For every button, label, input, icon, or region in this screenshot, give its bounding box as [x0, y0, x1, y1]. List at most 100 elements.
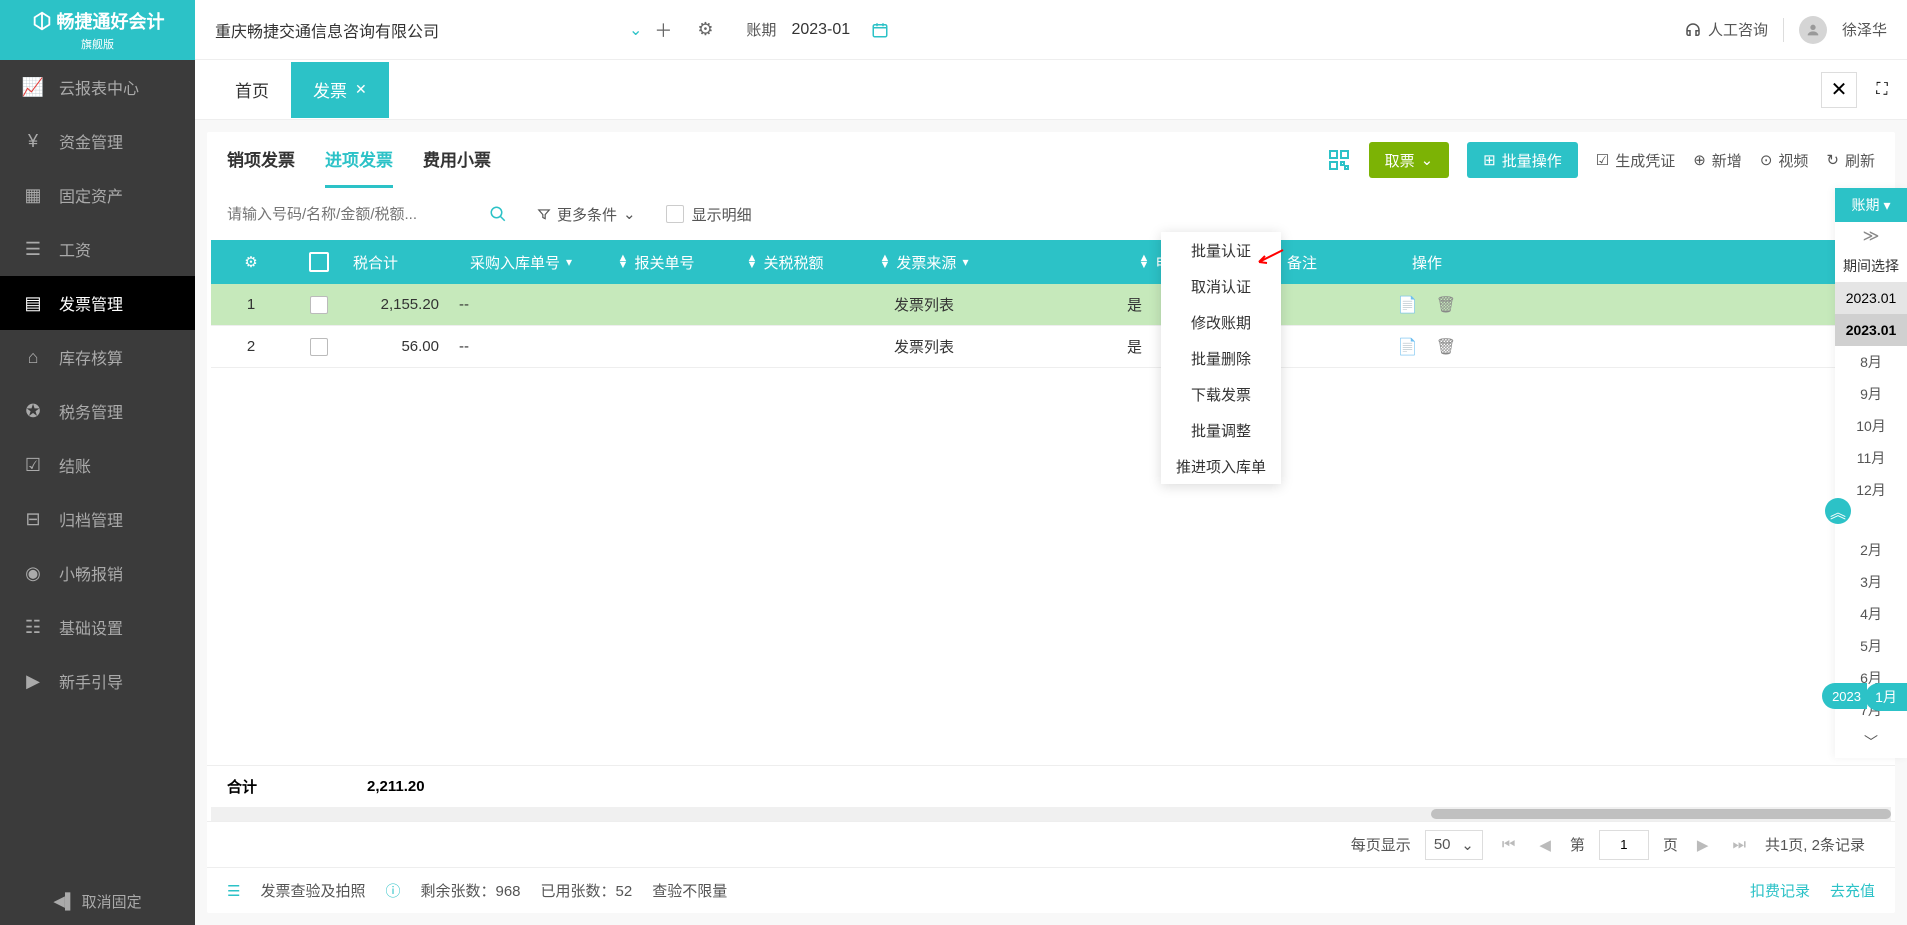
info-icon[interactable]: ⓘ	[385, 880, 400, 901]
more-conditions[interactable]: 更多条件 ⌄	[537, 204, 636, 225]
sidebar-item-salary[interactable]: ☰工资	[0, 222, 195, 276]
page-input[interactable]	[1599, 830, 1649, 860]
sidebar-item-stock[interactable]: ⌂库存核算	[0, 330, 195, 384]
delete-icon[interactable]: 🗑	[1436, 295, 1456, 315]
period-label: 账期	[746, 19, 776, 40]
sidebar-item-assets[interactable]: ▦固定资产	[0, 168, 195, 222]
month-item[interactable]: 2月	[1835, 534, 1907, 566]
subtab-input[interactable]: 进项发票	[325, 132, 393, 188]
user-name[interactable]: 徐泽华	[1842, 19, 1887, 40]
dd-push-stock[interactable]: 推进项入库单	[1161, 448, 1281, 484]
consult-link[interactable]: 人工咨询	[1684, 19, 1768, 40]
current-month[interactable]: 1月	[1865, 683, 1907, 711]
logo-text: 畅捷通好会计	[57, 8, 165, 34]
sidebar-item-tax[interactable]: ✪税务管理	[0, 384, 195, 438]
used-count: 已用张数：52	[541, 880, 633, 901]
tab-home[interactable]: 首页	[213, 62, 291, 118]
first-page[interactable]: ⏮	[1497, 836, 1521, 853]
get-ticket-button[interactable]: 取票⌄	[1369, 142, 1450, 178]
dd-change-period[interactable]: 修改账期	[1161, 304, 1281, 340]
dd-cancel-verify[interactable]: 取消认证	[1161, 268, 1281, 304]
invoice-subtabs: 销项发票 进项发票 费用小票	[227, 132, 491, 188]
subtab-output[interactable]: 销项发票	[227, 132, 295, 188]
checkbox[interactable]	[666, 205, 684, 223]
calendar-icon[interactable]	[865, 15, 895, 45]
header-tax-total[interactable]: 税合计	[347, 252, 451, 273]
subtab-expense[interactable]: 费用小票	[423, 132, 491, 188]
search-input[interactable]	[227, 206, 479, 223]
video-button[interactable]: ⊙视频	[1760, 150, 1809, 171]
header-tariff-tax[interactable]: ▲▼关税税额	[721, 252, 849, 273]
batch-op-button[interactable]: ⊞批量操作	[1467, 142, 1578, 178]
year-item[interactable]: 2023.01	[1835, 282, 1907, 314]
edition-label: 旗舰版	[81, 36, 114, 52]
sidebar-item-expense[interactable]: ◉小畅报销	[0, 546, 195, 600]
header-customs-no[interactable]: ▲▼报关单号	[591, 252, 721, 273]
qr-icon[interactable]	[1327, 148, 1351, 172]
last-page[interactable]: ⏭	[1727, 836, 1751, 853]
close-all-button[interactable]: ✕	[1821, 72, 1857, 108]
header-invoice-source[interactable]: ▲▼发票来源▾	[849, 252, 999, 273]
delete-icon[interactable]: 🗑	[1436, 337, 1456, 357]
page-size-select[interactable]: 50⌄	[1425, 830, 1483, 860]
dd-batch-adjust[interactable]: 批量调整	[1161, 412, 1281, 448]
header-check-all[interactable]	[291, 252, 347, 272]
add-button[interactable]: ⊕新增	[1693, 150, 1742, 171]
sidebar-item-settings[interactable]: ☷基础设置	[0, 600, 195, 654]
gear-icon[interactable]: ⚙	[690, 15, 720, 45]
header-purchase-no[interactable]: 采购入库单号▾	[451, 252, 591, 273]
filter-icon	[537, 207, 551, 221]
month-item[interactable]: 10月	[1835, 410, 1907, 442]
view-icon[interactable]: 📄	[1398, 337, 1418, 357]
period-value[interactable]: 2023-01	[791, 21, 850, 39]
prev-page[interactable]: ◀	[1534, 836, 1556, 854]
batch-op-dropdown: 批量认证 取消认证 修改账期 批量删除 下载发票 批量调整 推进项入库单	[1161, 232, 1281, 484]
close-icon[interactable]: ✕	[355, 81, 367, 98]
scroll-top-icon[interactable]: ︽	[1825, 498, 1851, 524]
h-scrollbar[interactable]	[211, 807, 1891, 821]
header-settings[interactable]: ⚙	[211, 253, 291, 271]
table-row[interactable]: 1 2,155.20 -- 发票列表 是 📄 🗑	[211, 284, 1891, 326]
add-icon[interactable]: ＋	[648, 15, 678, 45]
recharge-link[interactable]: 去充值	[1830, 880, 1875, 901]
row-checkbox[interactable]	[291, 296, 347, 314]
sidebar-item-archive[interactable]: ⊟归档管理	[0, 492, 195, 546]
sort-icon: ▲▼	[1139, 255, 1150, 269]
tab-invoice[interactable]: 发票✕	[291, 62, 389, 118]
avatar[interactable]	[1799, 16, 1827, 44]
closing-icon: ☑	[22, 455, 44, 476]
sidebar-item-guide[interactable]: ▶新手引导	[0, 654, 195, 708]
dd-batch-delete[interactable]: 批量删除	[1161, 340, 1281, 376]
fee-log-link[interactable]: 扣费记录	[1750, 880, 1810, 901]
refresh-button[interactable]: ↻刷新	[1826, 150, 1875, 171]
sidebar-item-invoice[interactable]: ▤发票管理	[0, 276, 195, 330]
sidebar-item-closing[interactable]: ☑结账	[0, 438, 195, 492]
month-item[interactable]: 5月	[1835, 630, 1907, 662]
company-name: 重庆畅捷交通信息咨询有限公司	[215, 18, 439, 42]
page-summary: 共1页, 2条记录	[1765, 834, 1865, 855]
sidebar-item-report[interactable]: 📈云报表中心	[0, 60, 195, 114]
month-item[interactable]: 4月	[1835, 598, 1907, 630]
month-item[interactable]: 3月	[1835, 566, 1907, 598]
search-icon[interactable]	[489, 205, 507, 223]
month-item[interactable]: 8月	[1835, 346, 1907, 378]
dd-batch-verify[interactable]: 批量认证	[1161, 232, 1281, 268]
filter-icon: ▾	[962, 255, 968, 269]
row-checkbox[interactable]	[291, 338, 347, 356]
company-selector[interactable]: 重庆畅捷交通信息咨询有限公司 ⌄	[215, 18, 642, 42]
table-row[interactable]: 2 56.00 -- 发票列表 是 📄 🗑	[211, 326, 1891, 368]
gen-voucher-button[interactable]: ☑生成凭证	[1596, 150, 1675, 171]
dd-download[interactable]: 下载发票	[1161, 376, 1281, 412]
scroll-down-icon[interactable]: ﹀	[1835, 726, 1907, 758]
month-item[interactable]: 11月	[1835, 442, 1907, 474]
month-item[interactable]: 9月	[1835, 378, 1907, 410]
unpin-button[interactable]: ◀▌取消固定	[0, 877, 195, 925]
year-item[interactable]: 2023.01	[1835, 314, 1907, 346]
sidebar-item-funds[interactable]: ¥资金管理	[0, 114, 195, 168]
next-page[interactable]: ▶	[1692, 836, 1714, 854]
fullscreen-icon[interactable]: ⛶	[1867, 81, 1897, 99]
view-icon[interactable]: 📄	[1398, 295, 1418, 315]
show-detail-check[interactable]: 显示明细	[666, 204, 752, 225]
period-button[interactable]: 账期▾	[1835, 188, 1907, 222]
collapse-icon[interactable]: ≫	[1835, 222, 1907, 250]
